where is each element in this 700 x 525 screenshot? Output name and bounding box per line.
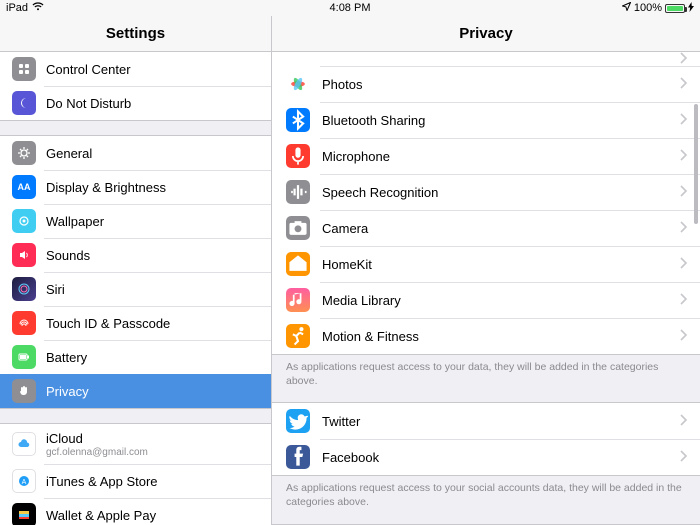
battery-icon bbox=[12, 345, 36, 369]
sidebar-item-label: Wallet & Apple Pay bbox=[46, 508, 271, 523]
sidebar-item-sounds[interactable]: Sounds bbox=[0, 238, 271, 272]
sidebar-item-label: iCloud gcf.olenna@gmail.com bbox=[46, 431, 271, 458]
wallet-icon bbox=[12, 503, 36, 525]
detail-row-label: Motion & Fitness bbox=[322, 329, 680, 344]
photos-icon bbox=[286, 72, 310, 96]
chevron-right-icon bbox=[680, 52, 688, 67]
sidebar-item-touchid-passcode[interactable]: Touch ID & Passcode bbox=[0, 306, 271, 340]
sidebar-item-itunes-appstore[interactable]: A iTunes & App Store bbox=[0, 464, 271, 498]
gear-icon bbox=[12, 141, 36, 165]
chevron-right-icon bbox=[680, 414, 688, 429]
detail-row-peek[interactable] bbox=[272, 52, 700, 66]
detail-row-label: Camera bbox=[322, 221, 680, 236]
detail-row-label: Photos bbox=[322, 77, 680, 92]
fingerprint-icon bbox=[12, 311, 36, 335]
chevron-right-icon bbox=[680, 293, 688, 308]
sounds-icon bbox=[12, 243, 36, 267]
sidebar-item-battery[interactable]: Battery bbox=[0, 340, 271, 374]
sidebar-item-label: Control Center bbox=[46, 62, 271, 77]
sidebar-item-general[interactable]: General bbox=[0, 136, 271, 170]
sidebar-item-display-brightness[interactable]: AA Display & Brightness bbox=[0, 170, 271, 204]
chevron-right-icon bbox=[680, 221, 688, 236]
detail-row-media-library[interactable]: Media Library bbox=[272, 282, 700, 318]
detail-row-speech-recognition[interactable]: Speech Recognition bbox=[272, 174, 700, 210]
chevron-right-icon bbox=[680, 329, 688, 344]
detail-row-motion-fitness[interactable]: Motion & Fitness bbox=[272, 318, 700, 354]
detail-row-microphone[interactable]: Microphone bbox=[272, 138, 700, 174]
icloud-email: gcf.olenna@gmail.com bbox=[46, 447, 271, 458]
bluetooth-icon bbox=[286, 108, 310, 132]
sidebar-item-do-not-disturb[interactable]: Do Not Disturb bbox=[0, 86, 271, 120]
icloud-icon bbox=[12, 432, 36, 456]
detail-row-twitter[interactable]: Twitter bbox=[272, 403, 700, 439]
detail-row-label: Microphone bbox=[322, 149, 680, 164]
moon-icon bbox=[12, 91, 36, 115]
detail-footnote-data: As applications request access to your d… bbox=[272, 355, 700, 388]
brightness-icon: AA bbox=[12, 175, 36, 199]
sidebar-item-wallpaper[interactable]: Wallpaper bbox=[0, 204, 271, 238]
sidebar-item-label: Privacy bbox=[46, 384, 271, 399]
sidebar-item-label: Do Not Disturb bbox=[46, 96, 271, 111]
svg-text:AA: AA bbox=[18, 182, 31, 192]
status-bar: iPad 4:08 PM 100% bbox=[0, 0, 700, 16]
homekit-icon bbox=[286, 252, 310, 276]
sidebar-item-label: Battery bbox=[46, 350, 271, 365]
chevron-right-icon bbox=[680, 450, 688, 465]
chevron-right-icon bbox=[680, 257, 688, 272]
charging-icon bbox=[688, 2, 694, 15]
battery-icon bbox=[665, 4, 685, 13]
control-center-icon bbox=[12, 57, 36, 81]
microphone-icon bbox=[286, 144, 310, 168]
chevron-right-icon bbox=[680, 185, 688, 200]
wallpaper-icon bbox=[12, 209, 36, 233]
sidebar-item-label: iTunes & App Store bbox=[46, 474, 271, 489]
appstore-icon: A bbox=[12, 469, 36, 493]
detail-row-bluetooth-sharing[interactable]: Bluetooth Sharing bbox=[272, 102, 700, 138]
privacy-hand-icon bbox=[12, 379, 36, 403]
scrollbar-thumb[interactable] bbox=[694, 104, 698, 224]
location-icon bbox=[622, 2, 631, 14]
camera-icon bbox=[286, 216, 310, 240]
sidebar-item-label: Wallpaper bbox=[46, 214, 271, 229]
twitter-icon bbox=[286, 409, 310, 433]
chevron-right-icon bbox=[680, 77, 688, 92]
detail-row-label: Twitter bbox=[322, 414, 680, 429]
detail-row-photos[interactable]: Photos bbox=[272, 66, 700, 102]
sidebar-item-privacy[interactable]: Privacy bbox=[0, 374, 271, 408]
sidebar-item-label: Siri bbox=[46, 282, 271, 297]
sidebar-item-wallet-applepay[interactable]: Wallet & Apple Pay bbox=[0, 498, 271, 525]
battery-pct: 100% bbox=[634, 2, 662, 14]
sidebar-title: Settings bbox=[0, 16, 271, 52]
sidebar-item-label: Display & Brightness bbox=[46, 180, 271, 195]
sidebar-item-icloud[interactable]: iCloud gcf.olenna@gmail.com bbox=[0, 424, 271, 464]
speech-icon bbox=[286, 180, 310, 204]
detail-row-label: Bluetooth Sharing bbox=[322, 113, 680, 128]
privacy-detail: Privacy Photos bbox=[272, 16, 700, 525]
detail-row-label: HomeKit bbox=[322, 257, 680, 272]
sidebar-item-siri[interactable]: Siri bbox=[0, 272, 271, 306]
wifi-icon bbox=[32, 2, 44, 14]
sidebar-item-control-center[interactable]: Control Center bbox=[0, 52, 271, 86]
facebook-icon bbox=[286, 445, 310, 469]
music-icon bbox=[286, 288, 310, 312]
sidebar-item-label: Sounds bbox=[46, 248, 271, 263]
sidebar-item-label: General bbox=[46, 146, 271, 161]
detail-title: Privacy bbox=[272, 16, 700, 52]
motion-icon bbox=[286, 324, 310, 348]
settings-sidebar: Settings Control Center Do Not Distu bbox=[0, 16, 272, 525]
detail-row-label: Media Library bbox=[322, 293, 680, 308]
sidebar-item-label: Touch ID & Passcode bbox=[46, 316, 271, 331]
device-label: iPad bbox=[6, 2, 28, 14]
detail-footnote-social: As applications request access to your s… bbox=[272, 476, 700, 509]
detail-row-label: Speech Recognition bbox=[322, 185, 680, 200]
chevron-right-icon bbox=[680, 149, 688, 164]
siri-icon bbox=[12, 277, 36, 301]
detail-row-facebook[interactable]: Facebook bbox=[272, 439, 700, 475]
svg-text:A: A bbox=[22, 479, 27, 486]
detail-row-homekit[interactable]: HomeKit bbox=[272, 246, 700, 282]
chevron-right-icon bbox=[680, 113, 688, 128]
clock: 4:08 PM bbox=[330, 2, 371, 14]
detail-row-label: Facebook bbox=[322, 450, 680, 465]
detail-row-camera[interactable]: Camera bbox=[272, 210, 700, 246]
